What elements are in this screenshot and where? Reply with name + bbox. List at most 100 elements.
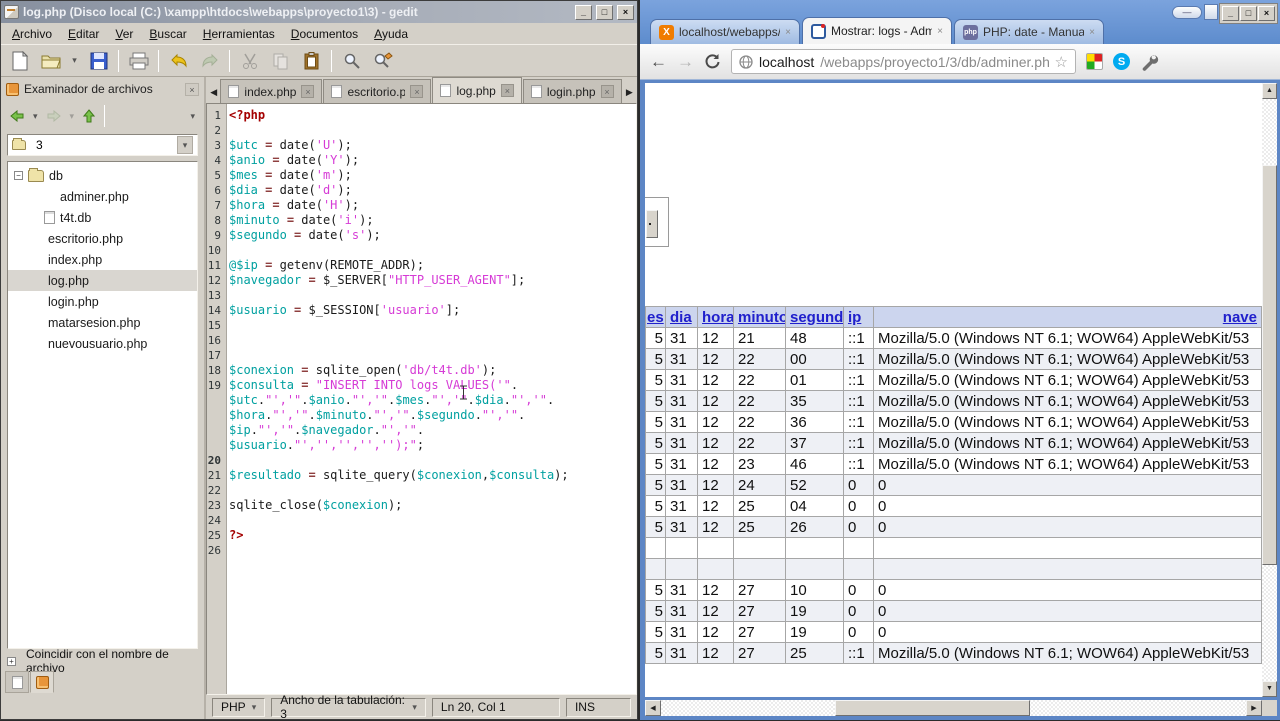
partial-select[interactable]: [646, 210, 658, 238]
menu-herramientas[interactable]: Herramientas: [196, 25, 282, 43]
print-button[interactable]: [124, 47, 153, 74]
tree-item-escritorio.php[interactable]: escritorio.php: [8, 228, 197, 249]
column-header-link[interactable]: hora: [702, 309, 734, 326]
browser-tab-xampp[interactable]: Xlocalhost/webapps/proy×: [650, 19, 800, 44]
column-header-link[interactable]: dia: [670, 309, 692, 326]
documents-panel-tab[interactable]: [5, 671, 29, 693]
code-line: 3$utc = date('U');: [207, 138, 636, 153]
open-button[interactable]: [36, 47, 65, 74]
code-editor[interactable]: 1<?php23$utc = date('U');4$anio = date('…: [206, 103, 637, 695]
code-token: );: [359, 213, 373, 227]
scroll-down-icon[interactable]: ▼: [1262, 681, 1277, 697]
browser-back-button[interactable]: ←: [650, 53, 667, 70]
tab-close-icon[interactable]: ×: [601, 85, 614, 98]
address-bar[interactable]: localhost/webapps/proyecto1/3/db/adminer…: [731, 49, 1076, 74]
editor-tab-escritorio.php[interactable]: escritorio.php×: [323, 79, 431, 103]
gedit-titlebar[interactable]: log.php (Disco local (C:) \xampp\htdocs\…: [1, 1, 637, 23]
browser-viewport-frame: esdiahoraminutosegundoipnave531122148::1…: [640, 80, 1280, 720]
tab-scroll-right-button[interactable]: ▶: [623, 81, 636, 103]
horizontal-scrollbar-thumb[interactable]: [835, 700, 1030, 716]
column-header-link[interactable]: nave: [1223, 309, 1257, 326]
copy-button[interactable]: [266, 47, 295, 74]
scroll-right-icon[interactable]: ▶: [1246, 700, 1262, 716]
menu-ayuda[interactable]: Ayuda: [367, 25, 415, 43]
tree-item-adminer.php[interactable]: adminer.php: [8, 186, 197, 207]
minimize-button[interactable]: _: [575, 5, 592, 20]
menu-documentos[interactable]: Documentos: [284, 25, 365, 43]
location-combobox[interactable]: 3 ▾: [7, 134, 198, 156]
browser-window: Xlocalhost/webapps/proy×Mostrar: logs - …: [640, 0, 1280, 720]
open-dropdown-button[interactable]: ▾: [67, 47, 82, 74]
tab-close-icon[interactable]: ×: [937, 26, 943, 37]
browser-forward-button[interactable]: →: [677, 53, 694, 70]
find-button[interactable]: [337, 47, 366, 74]
column-header-link[interactable]: segundo: [790, 309, 844, 326]
tab-close-icon[interactable]: ×: [501, 84, 514, 97]
editor-tab-index.php[interactable]: index.php×: [220, 79, 322, 103]
language-combo[interactable]: PHP ▾: [212, 698, 265, 717]
column-header-link[interactable]: es: [647, 309, 664, 326]
forward-dropdown[interactable]: ▾: [67, 104, 78, 128]
forward-button[interactable]: [44, 104, 64, 128]
tree-item-index.php[interactable]: index.php: [8, 249, 197, 270]
browser-tab-adminer[interactable]: Mostrar: logs - Adminer×: [802, 17, 952, 44]
menu-ver[interactable]: Ver: [108, 25, 140, 43]
code-token: date(: [301, 228, 344, 242]
match-filename-expander[interactable]: + Coincidir con el nombre de archivo: [1, 651, 204, 671]
menu-buscar[interactable]: Buscar: [142, 25, 193, 43]
avg-extension-icon[interactable]: [1086, 53, 1103, 70]
redo-button[interactable]: [195, 47, 224, 74]
paste-button[interactable]: [297, 47, 326, 74]
browser-tab-php[interactable]: phpPHP: date - Manual×: [954, 19, 1104, 44]
file-browser-panel-tab[interactable]: [30, 671, 54, 693]
tree-item-db[interactable]: −db: [8, 165, 197, 186]
tree-item-login.php[interactable]: login.php: [8, 291, 197, 312]
close-button[interactable]: ×: [617, 5, 634, 20]
tab-close-icon[interactable]: ×: [785, 27, 791, 38]
save-button[interactable]: [84, 47, 113, 74]
bookmark-star-icon[interactable]: ☆: [1055, 53, 1068, 71]
tree-item-matarsesion.php[interactable]: matarsesion.php: [8, 312, 197, 333]
close-button[interactable]: ×: [1258, 6, 1275, 21]
maximize-button[interactable]: □: [596, 5, 613, 20]
tree-item-nuevousuario.php[interactable]: nuevousuario.php: [8, 333, 197, 354]
editor-tab-log.php[interactable]: log.php×: [432, 77, 521, 103]
undo-button[interactable]: [164, 47, 193, 74]
tab-close-icon[interactable]: ×: [301, 85, 314, 98]
collapse-icon[interactable]: −: [14, 171, 23, 180]
reload-button[interactable]: [704, 53, 721, 70]
editor-tab-login.php[interactable]: login.php×: [523, 79, 622, 103]
vertical-scrollbar-thumb[interactable]: [1262, 165, 1277, 565]
scroll-up-icon[interactable]: ▲: [1262, 83, 1277, 99]
combo-dropdown-button[interactable]: ▾: [177, 136, 193, 154]
menu-archivo[interactable]: Archivo: [5, 25, 59, 43]
skype-extension-icon[interactable]: S: [1113, 53, 1130, 70]
wrench-menu-icon[interactable]: [1140, 52, 1159, 71]
browser-minimize-button[interactable]: —: [1172, 6, 1202, 19]
code-token: $mes: [395, 393, 424, 407]
scroll-left-icon[interactable]: ◀: [645, 700, 661, 716]
tree-item-log.php[interactable]: log.php: [8, 270, 197, 291]
back-button[interactable]: [7, 104, 27, 128]
back-dropdown[interactable]: ▾: [30, 104, 41, 128]
tree-item-t4t.db[interactable]: t4t.db: [8, 207, 197, 228]
minimize-button[interactable]: _: [1222, 6, 1239, 21]
vertical-scrollbar[interactable]: ▲ ▼: [1262, 83, 1277, 697]
browser-maximize-button[interactable]: [1204, 4, 1218, 20]
panel-close-icon[interactable]: ×: [185, 83, 199, 96]
column-header-link[interactable]: ip: [848, 309, 861, 326]
tab-close-icon[interactable]: ×: [1089, 27, 1095, 38]
maximize-button[interactable]: □: [1240, 6, 1257, 21]
find-replace-button[interactable]: [368, 47, 397, 74]
menu-editar[interactable]: Editar: [61, 25, 106, 43]
horizontal-scrollbar[interactable]: ◀ ▶: [645, 700, 1262, 716]
new-document-button[interactable]: [5, 47, 34, 74]
up-button[interactable]: [80, 104, 98, 128]
cut-button[interactable]: [235, 47, 264, 74]
tab-width-combo[interactable]: Ancho de la tabulación: 3 ▾: [271, 698, 426, 717]
browser-titlebar[interactable]: Xlocalhost/webapps/proy×Mostrar: logs - …: [640, 0, 1280, 44]
tab-scroll-left-button[interactable]: ◀: [207, 81, 220, 103]
column-header-link[interactable]: minuto: [738, 309, 786, 326]
more-actions-dropdown[interactable]: ▾: [187, 104, 198, 128]
tab-close-icon[interactable]: ×: [410, 85, 423, 98]
